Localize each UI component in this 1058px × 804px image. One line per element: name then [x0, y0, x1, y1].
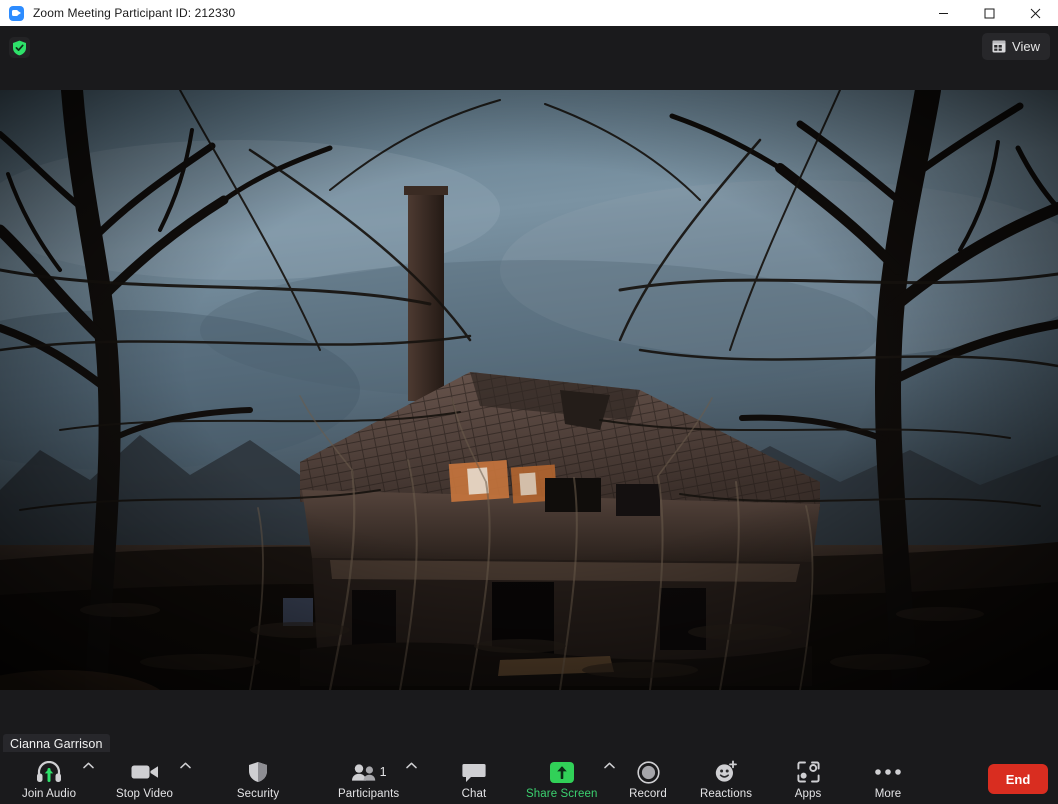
share-screen-button[interactable]: Share Screen	[522, 759, 602, 800]
apps-label: Apps	[795, 788, 822, 800]
video-camera-icon	[131, 759, 159, 785]
ellipsis-icon	[874, 759, 902, 785]
chat-label: Chat	[462, 788, 487, 800]
chat-button[interactable]: Chat	[448, 759, 500, 800]
participants-button[interactable]: 1 Participants	[334, 759, 403, 800]
share-screen-label: Share Screen	[526, 788, 598, 800]
toolbar-group-video: Stop Video	[112, 744, 193, 800]
more-button[interactable]: More	[862, 759, 914, 800]
headset-join-audio-icon	[36, 759, 62, 785]
speech-bubble-icon	[462, 759, 486, 785]
maximize-icon[interactable]	[966, 0, 1012, 26]
view-button-label: View	[1012, 39, 1040, 54]
window-title: Zoom Meeting Participant ID: 212330	[33, 6, 235, 20]
window-controls	[920, 0, 1058, 26]
toolbar-group-apps: Apps	[782, 759, 834, 800]
join-audio-button[interactable]: Join Audio	[18, 759, 80, 800]
stop-video-label: Stop Video	[116, 788, 173, 800]
toolbar-group-more: More	[862, 759, 914, 800]
end-meeting-button[interactable]: End	[988, 764, 1048, 794]
people-icon: 1	[351, 759, 387, 785]
meeting-top-bar: View	[0, 26, 1058, 90]
layout-grid-icon	[992, 40, 1006, 53]
view-button[interactable]: View	[982, 33, 1050, 60]
participants-count: 1	[380, 766, 387, 779]
participants-label: Participants	[338, 788, 399, 800]
stop-video-button[interactable]: Stop Video	[112, 759, 177, 800]
reactions-button[interactable]: Reactions	[696, 759, 756, 800]
stop-video-options-chevron-icon[interactable]	[177, 744, 193, 800]
record-label: Record	[629, 788, 667, 800]
join-audio-options-chevron-icon[interactable]	[80, 744, 96, 800]
toolbar-group-record: Record	[622, 759, 674, 800]
toolbar-group-share-screen: Share Screen	[522, 744, 618, 800]
share-screen-up-arrow-icon	[550, 759, 574, 785]
minimize-icon[interactable]	[920, 0, 966, 26]
toolbar-group-audio: Join Audio	[18, 744, 96, 800]
meeting-toolbar: Join Audio Stop Video	[0, 752, 1058, 804]
smiley-plus-icon	[714, 759, 738, 785]
toolbar-group-security: Security	[232, 759, 284, 800]
apps-button[interactable]: Apps	[782, 759, 834, 800]
record-circle-icon	[637, 759, 660, 785]
shield-icon	[248, 759, 268, 785]
shield-check-icon[interactable]	[9, 37, 30, 58]
security-button[interactable]: Security	[232, 759, 284, 800]
reactions-label: Reactions	[700, 788, 752, 800]
share-screen-options-chevron-icon[interactable]	[602, 744, 618, 800]
toolbar-group-participants: 1 Participants	[334, 744, 419, 800]
zoom-logo-icon	[9, 6, 24, 21]
participants-options-chevron-icon[interactable]	[403, 744, 419, 800]
join-audio-label: Join Audio	[22, 788, 76, 800]
zoom-meeting-window: Zoom Meeting Participant ID: 212330	[0, 0, 1058, 804]
window-title-bar: Zoom Meeting Participant ID: 212330	[0, 0, 1058, 27]
record-button[interactable]: Record	[622, 759, 674, 800]
more-label: More	[875, 788, 902, 800]
apps-bracket-icon	[797, 759, 820, 785]
participant-video-feed[interactable]	[0, 90, 1058, 690]
toolbar-group-chat: Chat	[448, 759, 500, 800]
video-image	[0, 90, 1058, 690]
security-label: Security	[237, 788, 279, 800]
close-icon[interactable]	[1012, 0, 1058, 26]
toolbar-group-reactions: Reactions	[696, 759, 756, 800]
